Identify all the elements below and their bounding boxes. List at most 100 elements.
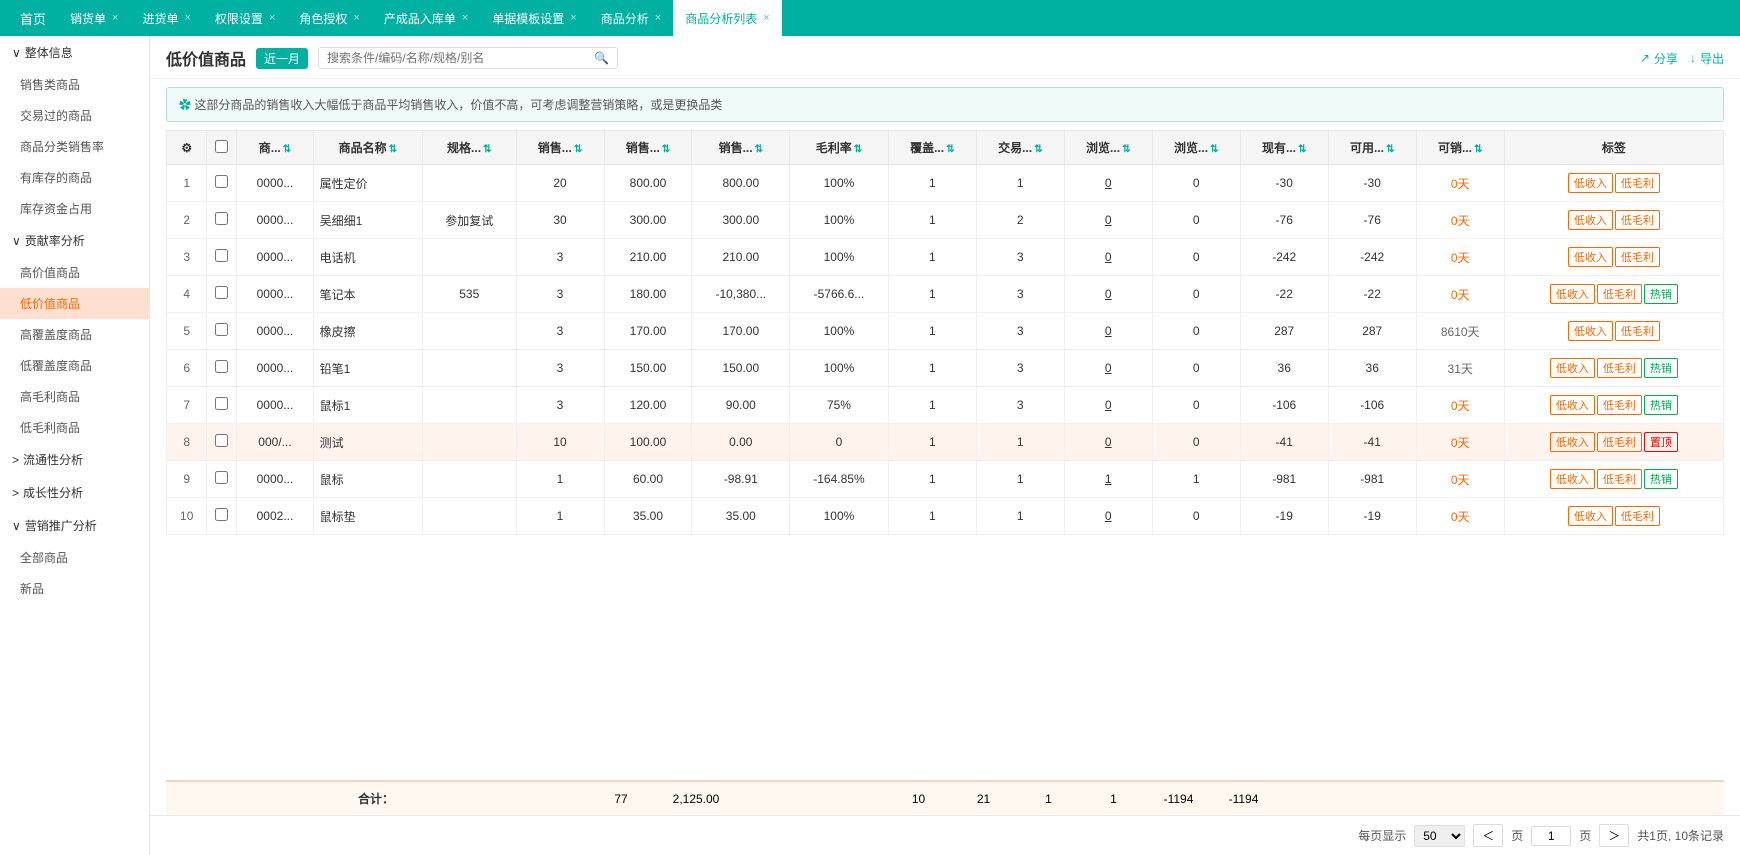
browse1-link[interactable]: 0 (1105, 324, 1112, 338)
cell-checkbox[interactable] (207, 313, 237, 350)
sidebar-group-growth[interactable]: > 成长性分析 (0, 476, 149, 509)
th-stock2[interactable]: 可用...⇅ (1328, 131, 1416, 165)
prev-page-button[interactable]: ＜ (1473, 824, 1503, 847)
sidebar-item-low-coverage[interactable]: 低覆盖度商品 (0, 350, 149, 381)
browse1-link[interactable]: 0 (1105, 250, 1112, 264)
th-code[interactable]: 商...⇅ (237, 131, 313, 165)
nav-permissions-close[interactable]: × (269, 12, 275, 24)
search-icon[interactable]: 🔍 (594, 51, 609, 65)
nav-home[interactable]: 首页 (8, 0, 58, 36)
cell-checkbox[interactable] (207, 350, 237, 387)
nav-purchase[interactable]: 进货单 × (130, 0, 202, 36)
nav-roles[interactable]: 角色授权 × (287, 0, 371, 36)
sidebar-item-stock-goods[interactable]: 有库存的商品 (0, 162, 149, 193)
cell-browse1[interactable]: 0 (1064, 313, 1152, 350)
sidebar-group-circulation[interactable]: > 流通性分析 (0, 443, 149, 476)
th-sales2[interactable]: 销售...⇅ (604, 131, 692, 165)
table-container[interactable]: ⚙ 商...⇅ 商品名称⇅ 规格...⇅ 销售...⇅ 销售...⇅ 销售...… (150, 130, 1740, 780)
cell-checkbox[interactable] (207, 424, 237, 461)
th-browse2[interactable]: 浏览...⇅ (1152, 131, 1240, 165)
th-browse1[interactable]: 浏览...⇅ (1064, 131, 1152, 165)
export-button[interactable]: ↓ 导出 (1690, 50, 1724, 67)
cell-checkbox[interactable] (207, 239, 237, 276)
nav-templates-close[interactable]: × (570, 12, 576, 24)
th-sales1[interactable]: 销售...⇅ (516, 131, 604, 165)
cell-browse1[interactable]: 0 (1064, 387, 1152, 424)
gear-icon[interactable]: ⚙ (181, 141, 192, 155)
browse1-link[interactable]: 0 (1105, 435, 1112, 449)
cell-checkbox[interactable] (207, 461, 237, 498)
sidebar-item-low-value[interactable]: 低价值商品 (0, 288, 149, 319)
sidebar-item-low-margin[interactable]: 低毛利商品 (0, 412, 149, 443)
search-input[interactable] (327, 51, 588, 65)
page-number-input[interactable] (1531, 826, 1571, 846)
sidebar-item-sales-goods[interactable]: 销售类商品 (0, 69, 149, 100)
th-margin[interactable]: 毛利率⇅ (790, 131, 889, 165)
row-checkbox[interactable] (215, 323, 228, 336)
nav-sales[interactable]: 销货单 × (58, 0, 130, 36)
cell-browse1[interactable]: 0 (1064, 276, 1152, 313)
search-box[interactable]: 🔍 (318, 47, 618, 69)
sidebar-item-high-coverage[interactable]: 高覆盖度商品 (0, 319, 149, 350)
th-gear[interactable]: ⚙ (167, 131, 207, 165)
share-button[interactable]: ↗ 分享 (1640, 50, 1678, 67)
cell-browse1[interactable]: 1 (1064, 461, 1152, 498)
sidebar-group-overall[interactable]: ∨ 整体信息 (0, 36, 149, 69)
cell-browse1[interactable]: 0 (1064, 350, 1152, 387)
th-name[interactable]: 商品名称⇅ (313, 131, 422, 165)
browse1-link[interactable]: 0 (1105, 361, 1112, 375)
cell-checkbox[interactable] (207, 202, 237, 239)
sidebar-item-high-margin[interactable]: 高毛利商品 (0, 381, 149, 412)
browse1-link[interactable]: 0 (1105, 287, 1112, 301)
cell-browse1[interactable]: 0 (1064, 424, 1152, 461)
sidebar-item-high-value[interactable]: 高价值商品 (0, 257, 149, 288)
th-stock1[interactable]: 现有...⇅ (1240, 131, 1328, 165)
sidebar-item-new-goods[interactable]: 新品 (0, 573, 149, 604)
next-page-button[interactable]: ＞ (1599, 824, 1629, 847)
browse1-link[interactable]: 0 (1105, 213, 1112, 227)
nav-purchase-close[interactable]: × (184, 12, 190, 24)
sidebar-group-contribution[interactable]: ∨ 贡献率分析 (0, 224, 149, 257)
browse1-link[interactable]: 0 (1105, 398, 1112, 412)
th-checkbox[interactable] (207, 131, 237, 165)
date-badge[interactable]: 近一月 (256, 48, 308, 69)
row-checkbox[interactable] (215, 508, 228, 521)
nav-products-close[interactable]: × (462, 12, 468, 24)
row-checkbox[interactable] (215, 397, 228, 410)
row-checkbox[interactable] (215, 175, 228, 188)
browse1-link[interactable]: 0 (1105, 176, 1112, 190)
cell-browse1[interactable]: 0 (1064, 239, 1152, 276)
nav-sales-close[interactable]: × (112, 12, 118, 24)
select-all-checkbox[interactable] (215, 140, 228, 153)
per-page-select[interactable]: 50 100 200 (1414, 825, 1465, 847)
th-spec[interactable]: 规格...⇅ (423, 131, 517, 165)
nav-roles-close[interactable]: × (353, 12, 359, 24)
nav-templates[interactable]: 单据模板设置 × (480, 0, 588, 36)
row-checkbox[interactable] (215, 286, 228, 299)
th-sellable[interactable]: 可销...⇅ (1416, 131, 1504, 165)
sidebar-item-traded-goods[interactable]: 交易过的商品 (0, 100, 149, 131)
cell-checkbox[interactable] (207, 498, 237, 535)
nav-permissions[interactable]: 权限设置 × (203, 0, 287, 36)
th-sales3[interactable]: 销售...⇅ (692, 131, 790, 165)
nav-analysis[interactable]: 商品分析 × (589, 0, 673, 36)
th-coverage[interactable]: 覆盖...⇅ (888, 131, 976, 165)
row-checkbox[interactable] (215, 212, 228, 225)
nav-analysis-list-close[interactable]: × (763, 12, 769, 24)
cell-checkbox[interactable] (207, 165, 237, 202)
nav-analysis-list[interactable]: 商品分析列表 × (673, 0, 781, 36)
nav-products[interactable]: 产成品入库单 × (372, 0, 480, 36)
row-checkbox[interactable] (215, 360, 228, 373)
row-checkbox[interactable] (215, 471, 228, 484)
row-checkbox[interactable] (215, 249, 228, 262)
sidebar-group-marketing[interactable]: ∨ 营销推广分析 (0, 509, 149, 542)
browse1-link[interactable]: 0 (1105, 509, 1112, 523)
sidebar-item-stock-funds[interactable]: 库存资金占用 (0, 193, 149, 224)
cell-checkbox[interactable] (207, 387, 237, 424)
cell-browse1[interactable]: 0 (1064, 165, 1152, 202)
browse1-link[interactable]: 1 (1105, 472, 1112, 486)
nav-analysis-close[interactable]: × (655, 12, 661, 24)
sidebar-item-all-goods[interactable]: 全部商品 (0, 542, 149, 573)
sidebar-item-category-rate[interactable]: 商品分类销售率 (0, 131, 149, 162)
row-checkbox[interactable] (215, 434, 228, 447)
